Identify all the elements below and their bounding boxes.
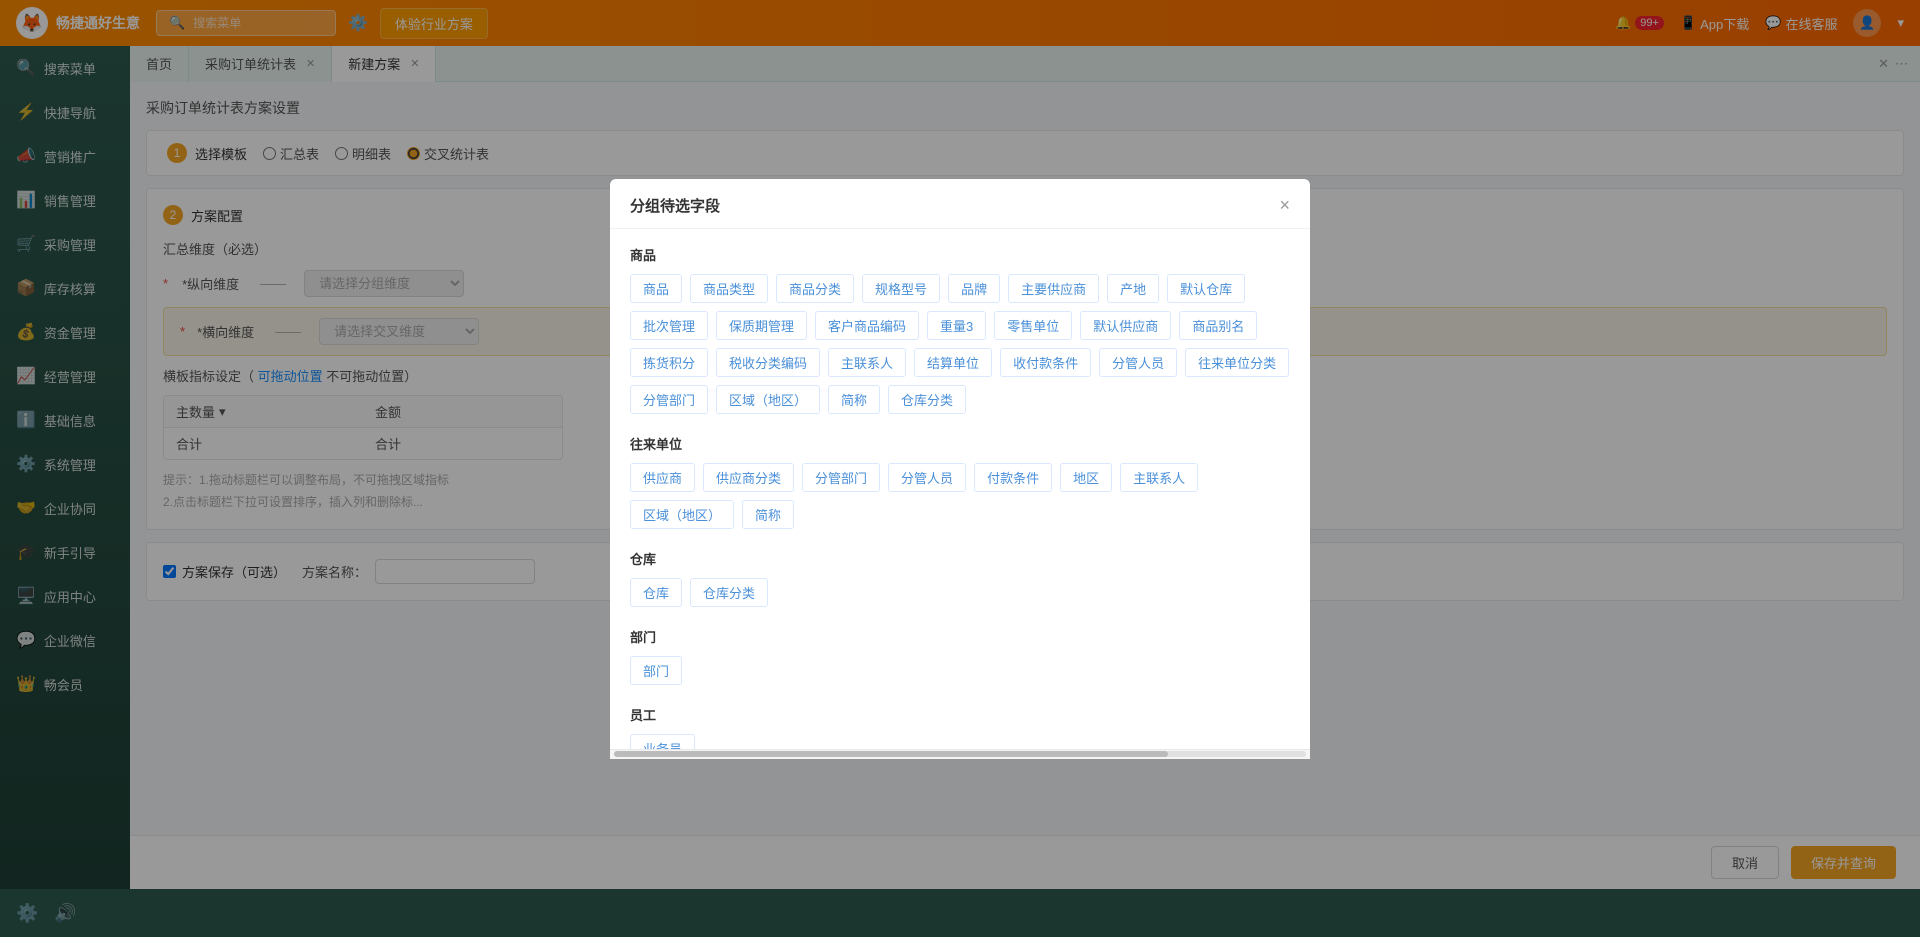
section-partner-title: 往来单位 [630, 434, 1290, 453]
field-tag-settlement-unit[interactable]: 结算单位 [914, 348, 992, 377]
field-tag-deptment[interactable]: 部门 [630, 656, 682, 685]
field-tag-main-supplier[interactable]: 主要供应商 [1008, 274, 1099, 303]
section-warehouse-title: 仓库 [630, 549, 1290, 568]
section-department-title: 部门 [630, 627, 1290, 646]
section-employee-tags: 业务员 [630, 734, 1290, 750]
modal-close-button[interactable]: × [1279, 195, 1290, 216]
field-tag-brand[interactable]: 品牌 [948, 274, 1000, 303]
field-tag-default-warehouse[interactable]: 默认仓库 [1167, 274, 1245, 303]
field-tag-shortname[interactable]: 简称 [828, 385, 880, 414]
field-tag-spec[interactable]: 规格型号 [862, 274, 940, 303]
section-employee: 员工 业务员 [630, 705, 1290, 750]
section-partner-tags: 供应商 供应商分类 分管部门 分管人员 付款条件 地区 主联系人 区域（地区） … [630, 463, 1290, 529]
section-product-title: 商品 [630, 245, 1290, 264]
section-product: 商品 商品 商品类型 商品分类 规格型号 品牌 主要供应商 产地 默认仓库 批次… [630, 245, 1290, 414]
field-tag-partner-shortname[interactable]: 简称 [742, 500, 794, 529]
modal-hscroll-track [614, 751, 1306, 757]
modal-header: 分组待选字段 × [610, 179, 1310, 229]
field-tag-origin[interactable]: 产地 [1107, 274, 1159, 303]
field-tag-partner-dept[interactable]: 分管部门 [802, 463, 880, 492]
section-warehouse-tags: 仓库 仓库分类 [630, 578, 1290, 607]
field-tag-wh[interactable]: 仓库 [630, 578, 682, 607]
section-partner: 往来单位 供应商 供应商分类 分管部门 分管人员 付款条件 地区 主联系人 区域… [630, 434, 1290, 529]
field-tag-main-contact[interactable]: 主联系人 [828, 348, 906, 377]
section-product-tags: 商品 商品类型 商品分类 规格型号 品牌 主要供应商 产地 默认仓库 批次管理 … [630, 274, 1290, 414]
field-tag-salesperson[interactable]: 业务员 [630, 734, 695, 750]
field-tag-region[interactable]: 区域（地区） [716, 385, 820, 414]
field-tag-dept[interactable]: 分管部门 [630, 385, 708, 414]
field-tag-product-cat[interactable]: 商品分类 [776, 274, 854, 303]
section-employee-title: 员工 [630, 705, 1290, 724]
modal-dialog: 分组待选字段 × 商品 商品 商品类型 商品分类 规格型号 品牌 主要供应商 产… [610, 179, 1310, 759]
field-tag-default-supplier[interactable]: 默认供应商 [1080, 311, 1171, 340]
field-tag-payment-terms[interactable]: 收付款条件 [1000, 348, 1091, 377]
field-tag-partner-cat[interactable]: 往来单位分类 [1185, 348, 1289, 377]
modal-body: 商品 商品 商品类型 商品分类 规格型号 品牌 主要供应商 产地 默认仓库 批次… [610, 229, 1310, 750]
field-tag-partner-contact[interactable]: 主联系人 [1120, 463, 1198, 492]
field-tag-partner-person[interactable]: 分管人员 [888, 463, 966, 492]
section-warehouse: 仓库 仓库 仓库分类 [630, 549, 1290, 607]
section-department-tags: 部门 [630, 656, 1290, 685]
field-tag-tax-code[interactable]: 税收分类编码 [716, 348, 820, 377]
field-tag-weight3[interactable]: 重量3 [927, 311, 986, 340]
field-tag-wh-cat[interactable]: 仓库分类 [690, 578, 768, 607]
modal-title: 分组待选字段 [630, 195, 720, 216]
field-tag-partner-area[interactable]: 区域（地区） [630, 500, 734, 529]
field-tag-responsible-person[interactable]: 分管人员 [1099, 348, 1177, 377]
field-tag-product[interactable]: 商品 [630, 274, 682, 303]
field-tag-retail-unit[interactable]: 零售单位 [994, 311, 1072, 340]
field-tag-batch-mgmt[interactable]: 批次管理 [630, 311, 708, 340]
field-tag-shelf-life[interactable]: 保质期管理 [716, 311, 807, 340]
field-tag-customer-code[interactable]: 客户商品编码 [815, 311, 919, 340]
field-tag-partner-region[interactable]: 地区 [1060, 463, 1112, 492]
field-tag-supplier-cat[interactable]: 供应商分类 [703, 463, 794, 492]
modal-overlay: 分组待选字段 × 商品 商品 商品类型 商品分类 规格型号 品牌 主要供应商 产… [0, 0, 1920, 937]
field-tag-warehouse-cat[interactable]: 仓库分类 [888, 385, 966, 414]
modal-hscrollbar[interactable] [610, 749, 1310, 758]
field-tag-partner-payment[interactable]: 付款条件 [974, 463, 1052, 492]
field-tag-alias[interactable]: 商品别名 [1179, 311, 1257, 340]
field-tag-pick-score[interactable]: 拣货积分 [630, 348, 708, 377]
modal-hscroll-thumb [614, 751, 1168, 757]
field-tag-product-type[interactable]: 商品类型 [690, 274, 768, 303]
section-department: 部门 部门 [630, 627, 1290, 685]
field-tag-supplier[interactable]: 供应商 [630, 463, 695, 492]
